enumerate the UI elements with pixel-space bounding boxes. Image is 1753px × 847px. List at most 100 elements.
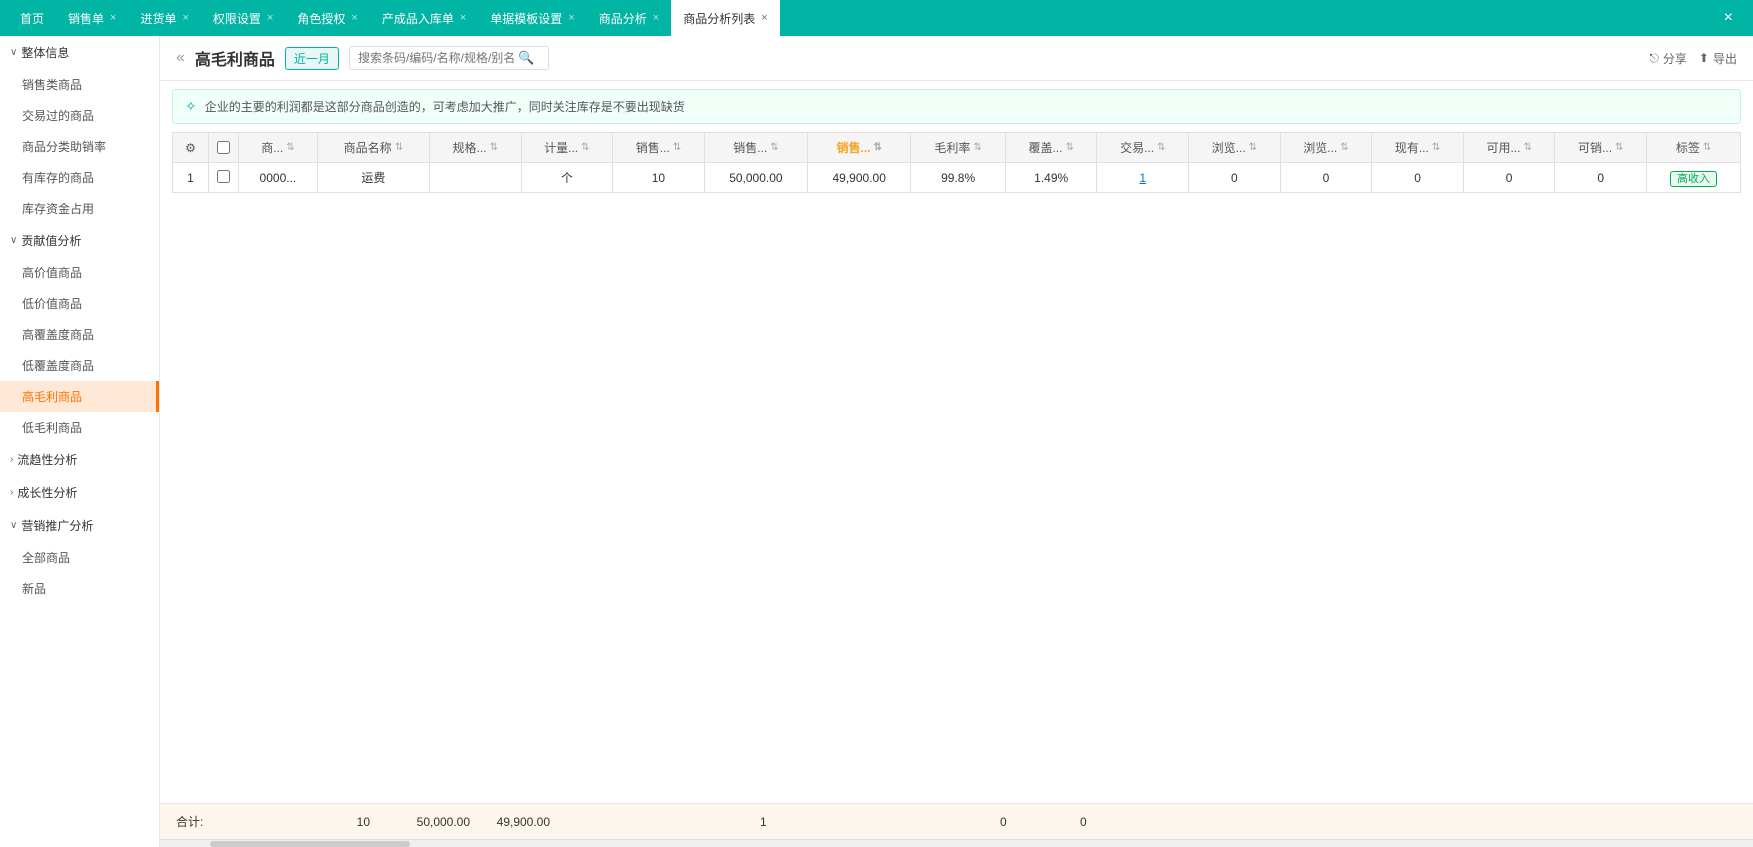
sort-code-icon[interactable]: ⇅ [286, 142, 294, 153]
sort-coverage-icon[interactable]: ⇅ [1065, 142, 1073, 153]
col-name[interactable]: 商品名称 ⇅ [317, 133, 429, 163]
nav-role-auth[interactable]: 角色授权 × [285, 0, 369, 36]
total-label: 合计: [176, 813, 203, 830]
top-navigation: 首页 销售单 × 进货单 × 权限设置 × 角色授权 × 产成品入库单 × 单据… [0, 0, 1753, 36]
col-browse2[interactable]: 浏览... ⇅ [1280, 133, 1372, 163]
bottom-scrollbar[interactable] [160, 839, 1753, 847]
sort-sales1-icon[interactable]: ⇅ [673, 142, 681, 153]
sort-saleable-icon[interactable]: ⇅ [1615, 142, 1623, 153]
col-available[interactable]: 可用... ⇅ [1463, 133, 1555, 163]
arrow-overall: ∨ [10, 47, 17, 58]
table-header-row: ⚙ 商... ⇅ 商品名称 [173, 133, 1741, 163]
col-tag[interactable]: 标签 ⇅ [1647, 133, 1741, 163]
sort-gross-rate-icon[interactable]: ⇅ [973, 142, 981, 153]
row-code: 0000... [239, 163, 318, 193]
col-spec[interactable]: 规格... ⇅ [429, 133, 521, 163]
col-settings[interactable]: ⚙ [173, 133, 209, 163]
sidebar-item-low-value[interactable]: 低价值商品 [0, 288, 159, 319]
close-sales-order[interactable]: × [110, 12, 116, 24]
search-input[interactable] [358, 51, 518, 65]
col-sales2[interactable]: 销售... ⇅ [704, 133, 807, 163]
close-role-auth[interactable]: × [351, 12, 357, 24]
settings-icon[interactable]: ⚙ [185, 141, 196, 155]
col-saleable[interactable]: 可销... ⇅ [1555, 133, 1647, 163]
main-layout: ∨ 整体信息 销售类商品 交易过的商品 商品分类助销率 有库存的商品 库存资金占… [0, 36, 1753, 847]
sidebar-group-contribution[interactable]: ∨ 贡献值分析 [0, 224, 159, 257]
sort-current-icon[interactable]: ⇅ [1432, 142, 1440, 153]
sidebar-item-sales-goods[interactable]: 销售类商品 [0, 69, 159, 100]
sidebar-item-high-value[interactable]: 高价值商品 [0, 257, 159, 288]
date-filter-button[interactable]: 近一月 [285, 47, 339, 70]
row-browse2: 0 [1280, 163, 1372, 193]
info-banner: ✧ 企业的主要的利润都是这部分商品创造的，可考虑加大推广，同时关注库存是不要出现… [172, 89, 1741, 124]
sidebar-group-marketing[interactable]: ∨ 营销推广分析 [0, 509, 159, 542]
col-transactions[interactable]: 交易... ⇅ [1097, 133, 1189, 163]
sidebar-item-all-goods[interactable]: 全部商品 [0, 542, 159, 573]
nav-home[interactable]: 首页 [8, 0, 56, 36]
search-box: 🔍 [349, 46, 549, 70]
sidebar-item-low-margin[interactable]: 低毛利商品 [0, 412, 159, 443]
row-browse1: 0 [1189, 163, 1281, 193]
sidebar-item-high-coverage[interactable]: 高覆盖度商品 [0, 319, 159, 350]
col-gross-rate[interactable]: 毛利率 ⇅ [911, 133, 1006, 163]
col-sales3[interactable]: 销售... ⇅ [808, 133, 911, 163]
collapse-sidebar-button[interactable]: « [176, 49, 185, 67]
col-checkbox[interactable] [209, 133, 239, 163]
col-sales1[interactable]: 销售... ⇅ [613, 133, 705, 163]
export-button[interactable]: ⬆ 导出 [1699, 50, 1737, 67]
footer-available: 0 [1043, 815, 1123, 829]
col-browse1[interactable]: 浏览... ⇅ [1189, 133, 1281, 163]
sort-sales3-icon[interactable]: ⇅ [874, 142, 882, 153]
close-product-storage[interactable]: × [460, 12, 466, 24]
sidebar-item-inventory-capital[interactable]: 库存资金占用 [0, 193, 159, 224]
sort-name-icon[interactable]: ⇅ [395, 142, 403, 153]
scrollbar-thumb[interactable] [210, 841, 410, 847]
row-checkbox-cell[interactable] [209, 163, 239, 193]
sidebar-item-stocked-goods[interactable]: 有库存的商品 [0, 162, 159, 193]
sort-browse2-icon[interactable]: ⇅ [1340, 142, 1348, 153]
row-unit: 个 [521, 163, 613, 193]
close-product-analysis-list[interactable]: × [761, 12, 767, 24]
arrow-marketing: ∨ [10, 520, 17, 531]
sidebar-item-high-margin[interactable]: 高毛利商品 [0, 381, 159, 412]
row-available: 0 [1463, 163, 1555, 193]
sort-browse1-icon[interactable]: ⇅ [1249, 142, 1257, 153]
nav-sales-order[interactable]: 销售单 × [56, 0, 128, 36]
sort-unit-icon[interactable]: ⇅ [581, 142, 589, 153]
row-current: 0 [1372, 163, 1464, 193]
sort-spec-icon[interactable]: ⇅ [490, 142, 498, 153]
sidebar-item-low-coverage[interactable]: 低覆盖度商品 [0, 350, 159, 381]
row-checkbox[interactable] [217, 170, 230, 183]
window-close-button[interactable]: × [1712, 9, 1745, 27]
col-current[interactable]: 现有... ⇅ [1372, 133, 1464, 163]
sidebar-item-new-goods[interactable]: 新品 [0, 573, 159, 604]
col-coverage[interactable]: 覆盖... ⇅ [1005, 133, 1097, 163]
sort-tag-icon[interactable]: ⇅ [1703, 142, 1711, 153]
sidebar-item-traded-goods[interactable]: 交易过的商品 [0, 100, 159, 131]
sidebar-group-trend[interactable]: › 流趋性分析 [0, 443, 159, 476]
nav-template-settings[interactable]: 单据模板设置 × [478, 0, 586, 36]
sort-sales2-icon[interactable]: ⇅ [770, 142, 778, 153]
nav-product-analysis[interactable]: 商品分析 × [587, 0, 671, 36]
nav-product-analysis-list[interactable]: 商品分析列表 × [671, 0, 779, 36]
close-purchase-order[interactable]: × [182, 12, 188, 24]
row-transactions[interactable]: 1 [1097, 163, 1189, 193]
sidebar-group-overall[interactable]: ∨ 整体信息 [0, 36, 159, 69]
share-button[interactable]: ⎋ 分享 [1649, 50, 1687, 67]
nav-purchase-order[interactable]: 进货单 × [128, 0, 200, 36]
sort-available-icon[interactable]: ⇅ [1523, 142, 1531, 153]
nav-permission-settings[interactable]: 权限设置 × [201, 0, 285, 36]
search-icon[interactable]: 🔍 [518, 50, 534, 66]
row-tag: 高收入 [1647, 163, 1741, 193]
sort-transactions-icon[interactable]: ⇅ [1157, 142, 1165, 153]
col-unit[interactable]: 计量... ⇅ [521, 133, 613, 163]
close-product-analysis[interactable]: × [653, 12, 659, 24]
sidebar-item-category-rate[interactable]: 商品分类助销率 [0, 131, 159, 162]
table-row: 1 0000... 运费 个 10 50,000.00 49,900.00 99… [173, 163, 1741, 193]
close-template-settings[interactable]: × [568, 12, 574, 24]
nav-product-storage[interactable]: 产成品入库单 × [370, 0, 478, 36]
select-all-checkbox[interactable] [217, 141, 230, 154]
sidebar-group-growth[interactable]: › 成长性分析 [0, 476, 159, 509]
col-code[interactable]: 商... ⇅ [239, 133, 318, 163]
close-permission-settings[interactable]: × [267, 12, 273, 24]
